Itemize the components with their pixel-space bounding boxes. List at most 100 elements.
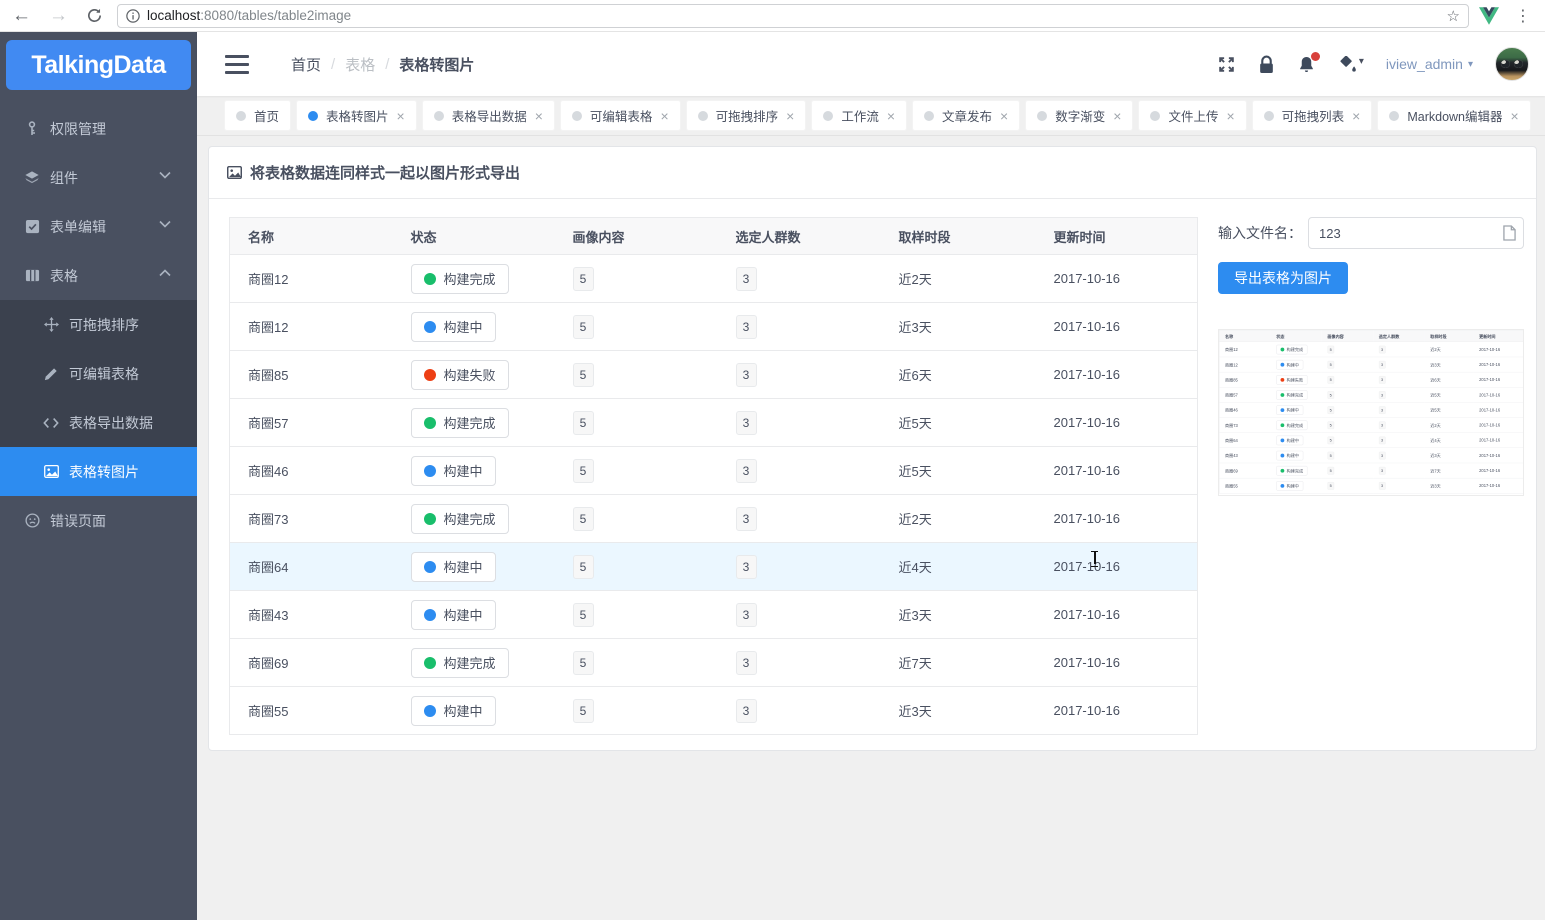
- tab-item[interactable]: 文件上传 ×: [1138, 100, 1247, 131]
- cell-updated: 2017-10-16: [1473, 447, 1523, 464]
- cell-updated: 2017-10-16: [1473, 372, 1523, 388]
- status-badge: 构建完成: [410, 503, 509, 534]
- url-bar[interactable]: localhost:8080/tables/table2image ☆: [117, 3, 1469, 28]
- tab-close-icon[interactable]: ×: [660, 109, 668, 123]
- table-row[interactable]: 商圈46 构建中 5 3 近5天 2017-10-16: [229, 446, 1198, 495]
- fullscreen-icon[interactable]: [1217, 55, 1236, 74]
- url-text[interactable]: localhost:8080/tables/table2image: [147, 8, 1440, 23]
- status-badge: 构建完成: [410, 647, 509, 678]
- theme-icon[interactable]: ▾: [1338, 55, 1364, 73]
- column-header: 名称: [1219, 330, 1271, 342]
- sidebar-item-error-pages[interactable]: 错误页面: [0, 496, 197, 545]
- column-header: 更新时间: [1035, 217, 1198, 255]
- sidebar-item-permissions[interactable]: 权限管理: [0, 104, 197, 153]
- table-row[interactable]: 商圈73 构建完成 5 3 近2天 2017-10-16: [229, 494, 1198, 543]
- cell-name: 商圈46: [229, 446, 393, 495]
- avatar[interactable]: [1495, 47, 1529, 81]
- column-header: 状态: [1270, 330, 1322, 342]
- table-row[interactable]: 商圈55 构建中 5 3 近3天 2017-10-16: [1219, 478, 1523, 494]
- sidebar-item-editable-table[interactable]: 可编辑表格: [0, 349, 197, 398]
- tab-close-icon[interactable]: ×: [887, 109, 895, 123]
- column-header: 画像内容: [554, 217, 718, 255]
- sidebar-item-components[interactable]: 组件: [0, 153, 197, 202]
- table-row[interactable]: 商圈57 构建完成 5 3 近5天 2017-10-16: [1219, 387, 1523, 403]
- table-row[interactable]: 商圈43 构建中 5 3 近3天 2017-10-16: [1219, 447, 1523, 464]
- table-row[interactable]: 商圈69 构建完成 5 3 近7天 2017-10-16: [1219, 462, 1523, 479]
- tab-close-icon[interactable]: ×: [1000, 109, 1008, 123]
- table-row[interactable]: 商圈57 构建完成 5 3 近5天 2017-10-16: [229, 398, 1198, 447]
- browser-menu-icon[interactable]: ⋮: [1509, 6, 1537, 26]
- tab-close-icon[interactable]: ×: [1113, 109, 1121, 123]
- cell-updated: 2017-10-16: [1035, 542, 1198, 591]
- notification-bell-icon[interactable]: [1297, 51, 1320, 74]
- site-info-icon[interactable]: [126, 8, 140, 23]
- tab-item[interactable]: 可拖拽排序 ×: [685, 100, 807, 131]
- sidebar-item-form-edit[interactable]: 表单编辑: [0, 202, 197, 251]
- cell-period: 近3天: [1424, 478, 1474, 494]
- table-row[interactable]: 商圈85 构建失败 5 3 近6天 2017-10-16: [229, 350, 1198, 399]
- tab-item[interactable]: 表格导出数据 ×: [421, 100, 555, 131]
- table-row[interactable]: 商圈85 构建失败 5 3 近6天 2017-10-16: [1219, 372, 1523, 388]
- sidebar-item-table-export-data[interactable]: 表格导出数据: [0, 398, 197, 447]
- tab-close-icon[interactable]: ×: [397, 109, 405, 123]
- reload-icon[interactable]: [82, 7, 107, 24]
- table-row[interactable]: 商圈46 构建中 5 3 近5天 2017-10-16: [1219, 402, 1523, 418]
- tab-item[interactable]: Markdown编辑器 ×: [1377, 100, 1531, 131]
- table-row[interactable]: 商圈69 构建完成 5 3 近7天 2017-10-16: [229, 638, 1198, 687]
- table-row[interactable]: 商圈43 构建中 5 3 近3天 2017-10-16: [229, 590, 1198, 639]
- tab-close-icon[interactable]: ×: [1352, 109, 1360, 123]
- logo[interactable]: TalkingData: [6, 40, 191, 90]
- sidebar-item-draggable-sort[interactable]: 可拖拽排序: [0, 300, 197, 349]
- status-label: 构建失败: [443, 368, 496, 383]
- status-dot-icon: [423, 368, 436, 381]
- groups-count-badge: 3: [1378, 375, 1386, 384]
- sidebar-item-tables[interactable]: 表格: [0, 251, 197, 300]
- column-header: 取样时段: [880, 217, 1036, 255]
- cell-period: 近4天: [1424, 432, 1474, 448]
- table-row[interactable]: 商圈73 构建完成 5 3 近2天 2017-10-16: [1219, 417, 1523, 433]
- tab-item[interactable]: 可拖拽列表 ×: [1251, 100, 1373, 131]
- tab-item[interactable]: 首页: [224, 100, 292, 131]
- table-row[interactable]: 商圈12 构建中 5 3 近3天 2017-10-16: [229, 302, 1198, 351]
- tab-item[interactable]: 表格转图片 ×: [296, 100, 417, 131]
- sidebar-toggle-icon[interactable]: [225, 54, 249, 74]
- status-dot-icon: [1280, 438, 1285, 443]
- tab-item[interactable]: 工作流 ×: [811, 100, 908, 131]
- tab-item[interactable]: 数字渐变 ×: [1025, 100, 1134, 131]
- filename-input[interactable]: [1308, 217, 1524, 249]
- export-button[interactable]: 导出表格为图片: [1218, 262, 1348, 294]
- status-badge: 构建完成: [410, 407, 509, 438]
- bookmark-star-icon[interactable]: ☆: [1447, 7, 1460, 25]
- breadcrumb-tables[interactable]: 表格: [345, 54, 375, 75]
- tab-label: 可拖拽列表: [1281, 110, 1345, 124]
- tab-close-icon[interactable]: ×: [535, 109, 543, 123]
- vue-devtools-icon[interactable]: [1479, 6, 1499, 25]
- table-row[interactable]: 商圈64 构建中 5 3 近4天 2017-10-16: [1219, 432, 1523, 448]
- cell-period: 近3天: [880, 302, 1036, 351]
- portrait-count-badge: 5: [572, 554, 594, 579]
- forward-icon[interactable]: →: [45, 6, 72, 25]
- table-row[interactable]: 商圈12 构建完成 5 3 近2天 2017-10-16: [229, 254, 1198, 303]
- cell-updated: 2017-10-16: [1035, 446, 1198, 495]
- cell-updated: 2017-10-16: [1473, 341, 1523, 358]
- cell-updated: 2017-10-16: [1473, 402, 1523, 418]
- cell-period: 近4天: [880, 542, 1036, 591]
- back-icon[interactable]: ←: [8, 6, 35, 25]
- table-row[interactable]: 商圈12 构建完成 5 3 近2天 2017-10-16: [1219, 341, 1523, 358]
- tab-close-icon[interactable]: ×: [1226, 109, 1234, 123]
- table-row[interactable]: 商圈64 构建中 5 3 近4天 2017-10-16: [229, 542, 1198, 591]
- groups-count-badge: 3: [1378, 345, 1386, 354]
- user-menu[interactable]: iview_admin ▾: [1386, 56, 1473, 72]
- table-row[interactable]: 商圈55 构建中 5 3 近3天 2017-10-16: [229, 686, 1198, 735]
- tab-item[interactable]: 可编辑表格 ×: [559, 100, 681, 131]
- status-dot-icon: [1280, 468, 1285, 473]
- lock-icon[interactable]: [1258, 55, 1275, 74]
- table-row[interactable]: 商圈12 构建中 5 3 近3天 2017-10-16: [1219, 356, 1523, 373]
- cell-name: 商圈12: [229, 302, 393, 351]
- tab-close-icon[interactable]: ×: [786, 109, 794, 123]
- tab-item[interactable]: 文章发布 ×: [912, 100, 1021, 131]
- breadcrumb-home[interactable]: 首页: [291, 54, 321, 75]
- tab-close-icon[interactable]: ×: [1511, 109, 1519, 123]
- sidebar: TalkingData 权限管理 组件 表单编辑 表格 可拖拽排序 可编辑表格 …: [0, 32, 197, 920]
- sidebar-item-table-to-image[interactable]: 表格转图片: [0, 447, 197, 496]
